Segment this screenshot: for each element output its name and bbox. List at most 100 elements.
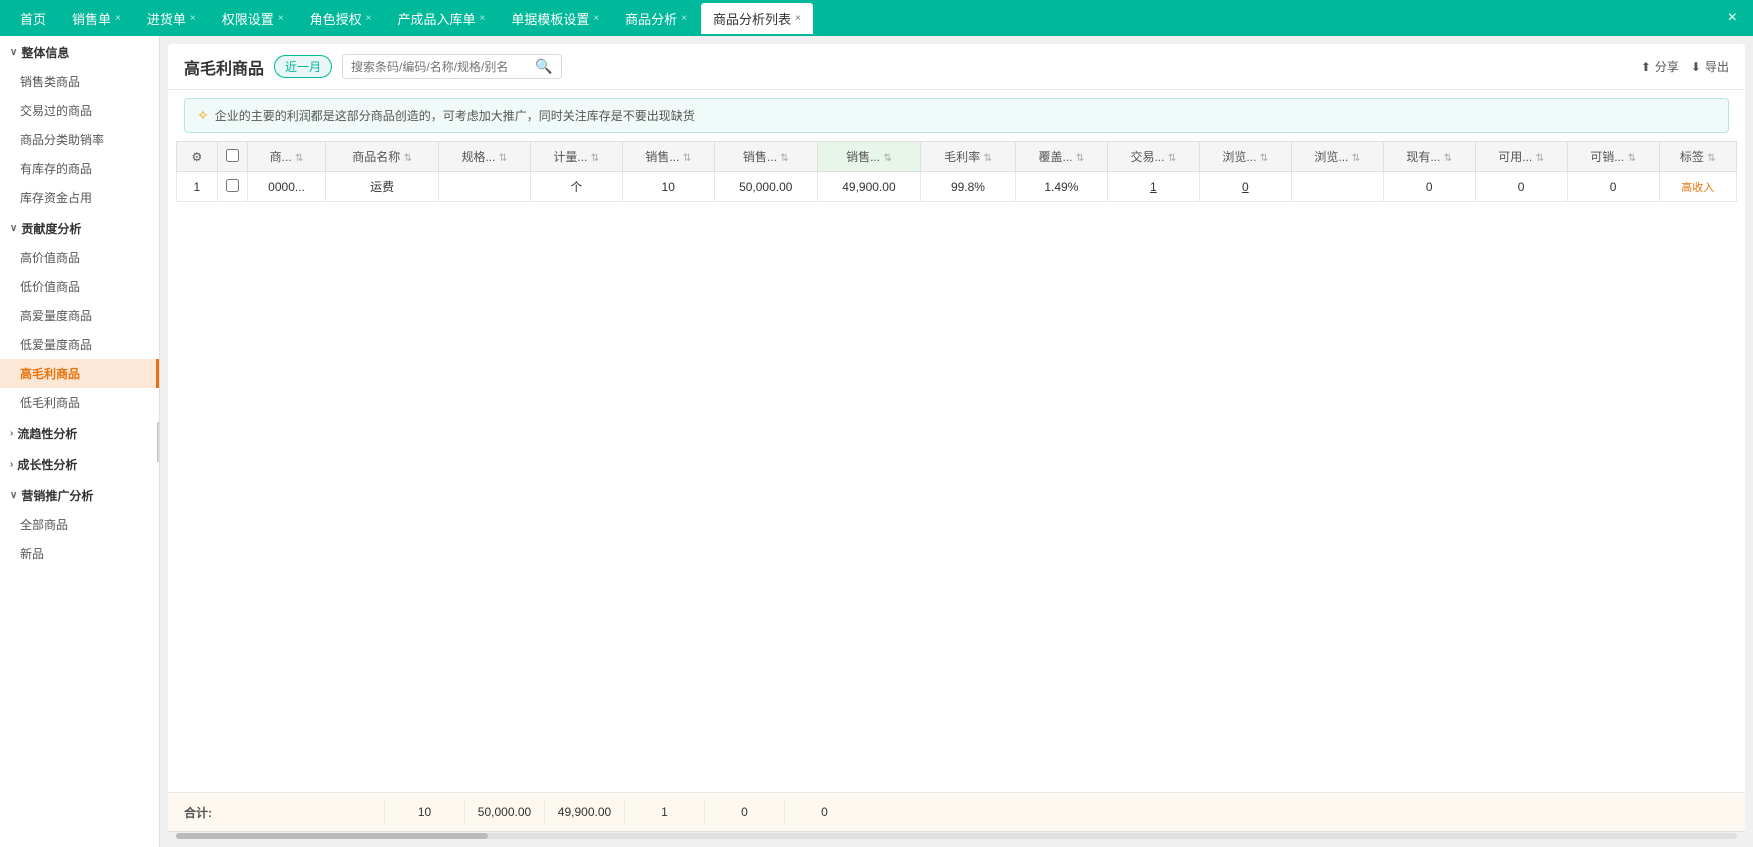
sidebar-item-traded-goods[interactable]: 交易过的商品 xyxy=(0,96,159,125)
row-unit: 个 xyxy=(530,172,622,202)
sort-browse2-icon[interactable]: ⇅ xyxy=(1352,153,1360,164)
footer-total: 合计: 10 50,000.00 49,900.00 1 0 0 xyxy=(168,792,1745,831)
sidebar-collapse-btn[interactable]: « xyxy=(157,422,160,462)
sidebar-item-all-goods[interactable]: 全部商品 xyxy=(0,510,159,539)
close-roles-tab[interactable]: × xyxy=(366,13,372,24)
th-stock1[interactable]: 现有... ⇅ xyxy=(1383,142,1475,172)
th-unit[interactable]: 计量... ⇅ xyxy=(530,142,622,172)
sidebar-group-general-title[interactable]: ∨ 整体信息 xyxy=(0,36,159,67)
sidebar-item-new-goods[interactable]: 新品 xyxy=(0,539,159,568)
sort-stock3-icon[interactable]: ⇅ xyxy=(1628,153,1636,164)
sort-sales-qty-icon[interactable]: ⇅ xyxy=(683,153,691,164)
th-checkbox xyxy=(217,142,247,172)
sort-code-icon[interactable]: ⇅ xyxy=(295,153,303,164)
nav-roles[interactable]: 角色授权 × xyxy=(298,3,384,34)
data-table: ⚙ 商... ⇅ 商品名称 ⇅ xyxy=(176,141,1737,202)
nav-purchase[interactable]: 进货单 × xyxy=(135,3,208,34)
th-sales-qty[interactable]: 销售... ⇅ xyxy=(622,142,714,172)
th-coverage[interactable]: 覆盖... ⇅ xyxy=(1015,142,1107,172)
sidebar-item-low-value[interactable]: 低价值商品 xyxy=(0,272,159,301)
search-input[interactable] xyxy=(351,60,531,74)
header-actions: ⬆ 分享 ⬇ 导出 xyxy=(1641,58,1729,75)
th-trades[interactable]: 交易... ⇅ xyxy=(1107,142,1199,172)
th-gross-rate[interactable]: 毛利率 ⇅ xyxy=(921,142,1016,172)
sidebar-group-trend-title[interactable]: › 流趋性分析 xyxy=(0,417,159,448)
arrow-icon2: ∨ xyxy=(10,223,17,234)
nav-home[interactable]: 首页 xyxy=(8,3,58,34)
search-icon[interactable]: 🔍 xyxy=(535,58,552,75)
close-analysis-list-tab[interactable]: × xyxy=(795,13,801,24)
row-checkbox xyxy=(217,172,247,202)
sidebar-item-low-love[interactable]: 低爱量度商品 xyxy=(0,330,159,359)
sidebar-group-marketing-title[interactable]: ∨ 营销推广分析 xyxy=(0,479,159,510)
th-code[interactable]: 商... ⇅ xyxy=(247,142,326,172)
th-browse2[interactable]: 浏览... ⇅ xyxy=(1291,142,1383,172)
close-purchase-tab[interactable]: × xyxy=(190,13,196,24)
th-browse1[interactable]: 浏览... ⇅ xyxy=(1199,142,1291,172)
sort-stock2-icon[interactable]: ⇅ xyxy=(1536,153,1544,164)
filter-recent-month-btn[interactable]: 近一月 xyxy=(274,55,332,78)
close-permissions-tab[interactable]: × xyxy=(278,13,284,24)
footer-sales-amt: 50,000.00 xyxy=(464,801,544,823)
th-tag[interactable]: 标签 ⇅ xyxy=(1659,142,1736,172)
sidebar-item-in-stock[interactable]: 有库存的商品 xyxy=(0,154,159,183)
sort-spec-icon[interactable]: ⇅ xyxy=(499,153,507,164)
sort-trades-icon[interactable]: ⇅ xyxy=(1168,153,1176,164)
th-stock3[interactable]: 可销... ⇅ xyxy=(1567,142,1659,172)
sidebar-item-stock-capital[interactable]: 库存资金占用 xyxy=(0,183,159,212)
row-tag: 高收入 xyxy=(1659,172,1736,202)
row-sales-qty: 10 xyxy=(622,172,714,202)
nav-permissions[interactable]: 权限设置 × xyxy=(210,3,296,34)
sort-gross-rate-icon[interactable]: ⇅ xyxy=(983,153,991,164)
sort-unit-icon[interactable]: ⇅ xyxy=(591,153,599,164)
th-settings[interactable]: ⚙ xyxy=(177,142,218,172)
nav-template[interactable]: 单据模板设置 × xyxy=(499,3,611,34)
th-stock2[interactable]: 可用... ⇅ xyxy=(1475,142,1567,172)
scrollbar-track[interactable] xyxy=(176,833,1737,839)
sidebar-item-high-love[interactable]: 高爱量度商品 xyxy=(0,301,159,330)
row-num: 1 xyxy=(177,172,218,202)
sort-stock1-icon[interactable]: ⇅ xyxy=(1444,153,1452,164)
export-btn[interactable]: ⬇ 导出 xyxy=(1691,58,1729,75)
th-sales-amt[interactable]: 销售... ⇅ xyxy=(714,142,817,172)
row-code: 0000... xyxy=(247,172,326,202)
close-sales-tab[interactable]: × xyxy=(115,13,121,24)
scrollbar-thumb[interactable] xyxy=(176,833,488,839)
sidebar-item-low-margin[interactable]: 低毛利商品 xyxy=(0,388,159,417)
row-stock1: 0 xyxy=(1383,172,1475,202)
sort-browse1-icon[interactable]: ⇅ xyxy=(1260,153,1268,164)
sort-sales-amt-icon[interactable]: ⇅ xyxy=(780,153,788,164)
content-header: 高毛利商品 近一月 🔍 ⬆ 分享 ⬇ 导出 xyxy=(168,44,1745,90)
nav-sales[interactable]: 销售单 × xyxy=(60,3,133,34)
th-sales-amt2[interactable]: 销售... ⇅ xyxy=(817,142,920,172)
nav-analysis[interactable]: 商品分析 × xyxy=(613,3,699,34)
sidebar-group-contribution-title[interactable]: ∨ 贡献度分析 xyxy=(0,212,159,243)
select-all-checkbox[interactable] xyxy=(226,149,239,162)
sort-coverage-icon[interactable]: ⇅ xyxy=(1076,153,1084,164)
nav-analysis-list[interactable]: 商品分析列表 × xyxy=(701,3,813,34)
sidebar-item-high-value[interactable]: 高价值商品 xyxy=(0,243,159,272)
close-warehouse-tab[interactable]: × xyxy=(479,13,485,24)
table-container: ⚙ 商... ⇅ 商品名称 ⇅ xyxy=(168,141,1745,792)
th-spec[interactable]: 规格... ⇅ xyxy=(438,142,530,172)
export-icon: ⬇ xyxy=(1691,60,1701,74)
sort-name-icon[interactable]: ⇅ xyxy=(404,153,412,164)
sidebar-group-growth-title[interactable]: › 成长性分析 xyxy=(0,448,159,479)
sidebar-item-sales-goods[interactable]: 销售类商品 xyxy=(0,67,159,96)
trades-link[interactable]: 1 xyxy=(1150,180,1157,194)
share-btn[interactable]: ⬆ 分享 xyxy=(1641,58,1679,75)
th-name[interactable]: 商品名称 ⇅ xyxy=(326,142,438,172)
close-all-btn[interactable]: × xyxy=(1720,5,1745,31)
sidebar-item-high-margin[interactable]: 高毛利商品 xyxy=(0,359,159,388)
close-analysis-tab[interactable]: × xyxy=(681,13,687,24)
search-box: 🔍 xyxy=(342,54,562,79)
sort-sales-amt2-icon[interactable]: ⇅ xyxy=(883,153,891,164)
close-template-tab[interactable]: × xyxy=(593,13,599,24)
sidebar-group-contribution: ∨ 贡献度分析 高价值商品 低价值商品 高爱量度商品 低爱量度商品 高毛利商品 … xyxy=(0,212,159,417)
row-select-checkbox[interactable] xyxy=(226,179,239,192)
sort-tag-icon[interactable]: ⇅ xyxy=(1707,153,1715,164)
browse1-link[interactable]: 0 xyxy=(1242,180,1249,194)
sidebar-item-category-rate[interactable]: 商品分类助销率 xyxy=(0,125,159,154)
page-title: 高毛利商品 xyxy=(184,55,264,79)
nav-warehouse[interactable]: 产成品入库单 × xyxy=(385,3,497,34)
